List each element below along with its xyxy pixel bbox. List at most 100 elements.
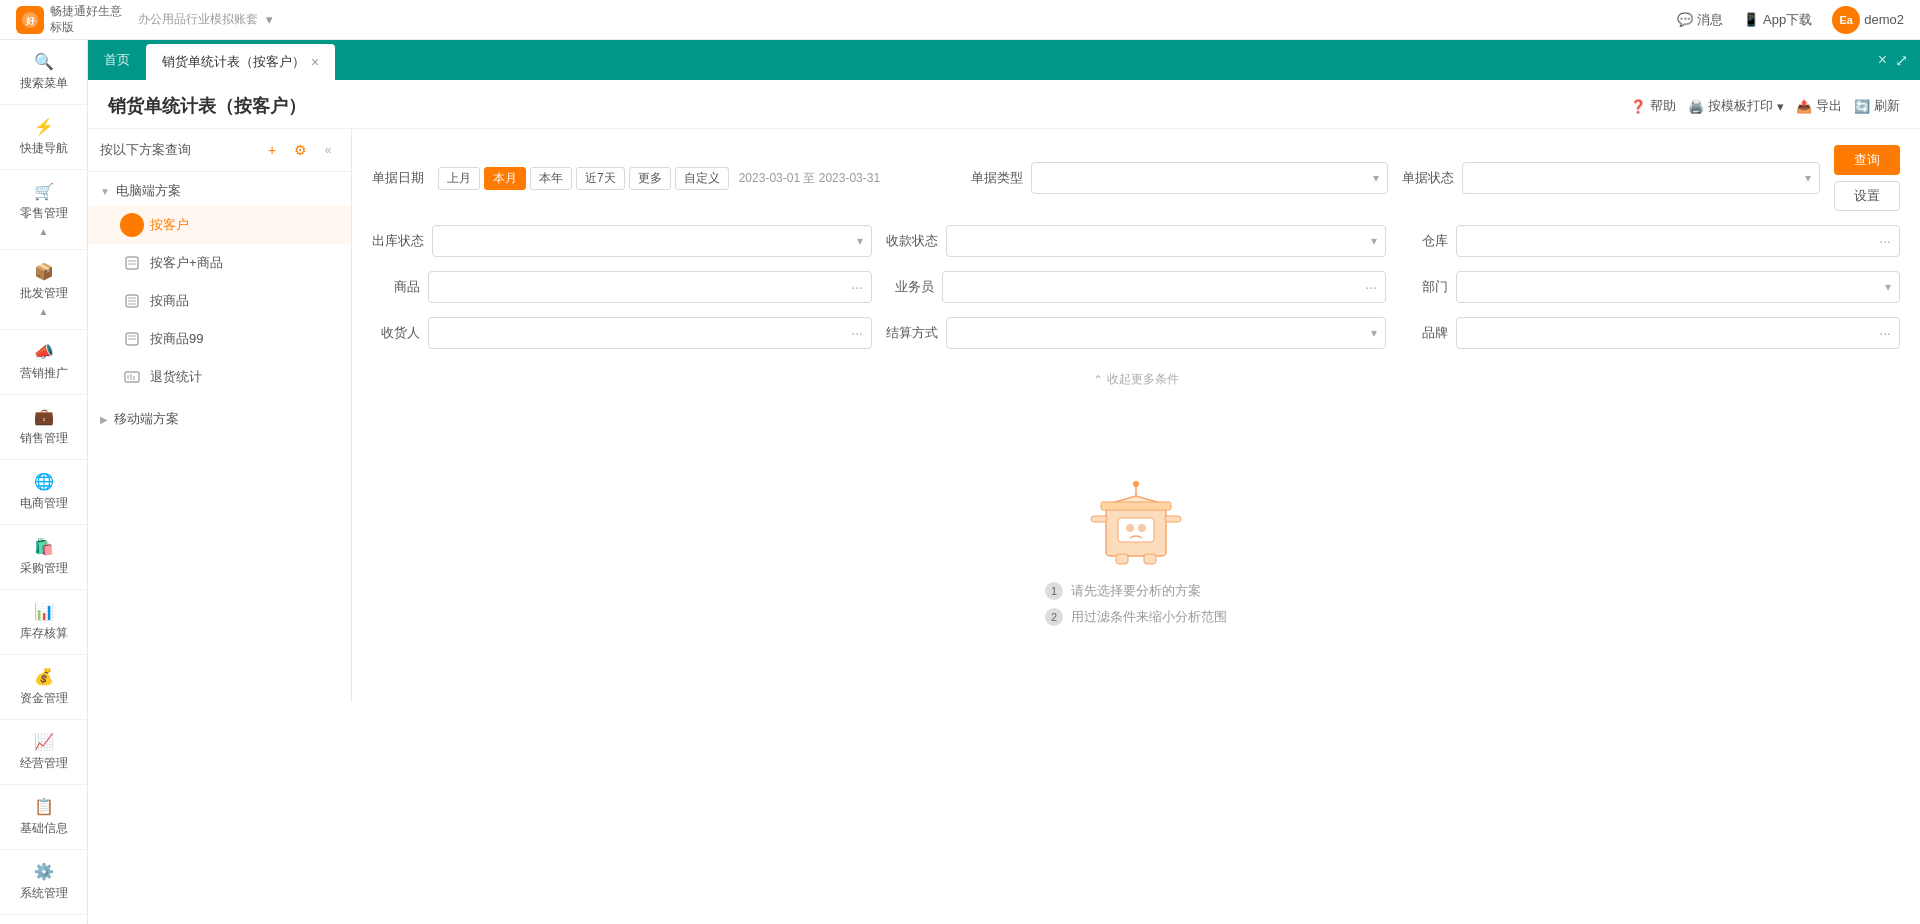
sidebar-item-retail[interactable]: 🛒 零售管理 ▲ [0,170,87,250]
tab-active[interactable]: 销货单统计表（按客户） × [146,44,335,80]
template-print-btn[interactable]: 🖨️ 按模板打印 ▾ [1688,97,1784,115]
user-nav[interactable]: Ea demo2 [1832,6,1904,34]
out-status-group: 出库状态 ▾ [372,225,872,257]
out-status-select[interactable]: ▾ [432,225,872,257]
sidebar-item-operation[interactable]: 📈 经营管理 [0,720,87,785]
settings-icon: ⚙ [294,142,307,158]
sidebar-label-retail: 零售管理 [20,205,68,222]
scheme-tools: + ⚙ « [261,139,339,161]
sidebar-item-inventory[interactable]: 📊 库存核算 [0,590,87,655]
sidebar-item-cooperation[interactable]: 🤝 企业协同 [0,915,87,924]
scheme-desktop-header[interactable]: ▼ 电脑端方案 [88,176,351,206]
help-btn[interactable]: ❓ 帮助 [1630,97,1676,115]
content-area: 首页 销货单统计表（按客户） × × ⤢ 销货单统计表（按客户） ❓ 帮助 [88,40,1920,924]
sidebar-item-quicknav[interactable]: ⚡ 快捷导航 [0,105,87,170]
out-status-label: 出库状态 [372,232,432,250]
retail-icon: 🛒 [34,182,54,201]
sidebar-label-basic: 基础信息 [20,820,68,837]
sidebar-item-wholesale[interactable]: 📦 批发管理 ▲ [0,250,87,330]
export-icon: 📤 [1796,99,1812,114]
inventory-icon: 📊 [34,602,54,621]
system-icon: ⚙️ [34,862,54,881]
department-dropdown-icon: ▾ [1885,280,1891,294]
svg-rect-24 [1165,516,1181,522]
export-btn[interactable]: 📤 导出 [1796,97,1842,115]
sidebar-item-search[interactable]: 🔍 搜索菜单 [0,40,87,105]
brand-select[interactable]: ··· [1456,317,1900,349]
main-layout: 🔍 搜索菜单 ⚡ 快捷导航 🛒 零售管理 ▲ 📦 批发管理 ▲ 📣 营销推广 💼… [0,40,1920,924]
settings-btn-form[interactable]: 设置 [1834,181,1900,211]
scheme-item-product[interactable]: 按商品 [88,282,351,320]
scheme-mobile-header[interactable]: ▶ 移动端方案 [88,404,351,434]
home-tab-label: 首页 [104,51,130,69]
product-label: 商品 [372,278,428,296]
recipient-dots-icon: ··· [851,325,863,341]
sidebar-label-marketing: 营销推广 [20,365,68,382]
tip-num-2: 2 [1045,608,1063,626]
date-last7-btn[interactable]: 近7天 [576,167,625,190]
active-tab-label: 销货单统计表（按客户） [162,53,305,71]
warehouse-select[interactable]: ··· [1456,225,1900,257]
scheme-collapse-btn[interactable]: « [317,139,339,161]
refresh-btn[interactable]: 🔄 刷新 [1854,97,1900,115]
scheme-item-customer[interactable]: 客 按客户 [88,206,351,244]
svg-point-19 [1126,524,1134,532]
sidebar-item-basic[interactable]: 📋 基础信息 [0,785,87,850]
refresh-icon: 🔄 [1854,99,1870,114]
page-title: 销货单统计表（按客户） [108,94,306,118]
scheme-group-mobile: ▶ 移动端方案 [88,400,351,438]
help-icon: ❓ [1630,99,1646,114]
desktop-arrow-icon: ▼ [100,186,110,197]
tab-home[interactable]: 首页 [88,40,146,80]
sidebar-label-inventory: 库存核算 [20,625,68,642]
sidebar-item-ecommerce[interactable]: 🌐 电商管理 [0,460,87,525]
sidebar-label-purchase: 采购管理 [20,560,68,577]
tab-close-icon[interactable]: × [311,55,319,69]
recipient-select[interactable]: ··· [428,317,872,349]
department-select[interactable]: ▾ [1456,271,1900,303]
query-btn[interactable]: 查询 [1834,145,1900,175]
collapse-bar[interactable]: ⌃ 收起更多条件 [372,363,1900,396]
app-download-nav[interactable]: 📱 App下载 [1743,11,1812,29]
date-more-btn[interactable]: 更多 [629,167,671,190]
salesperson-select[interactable]: ··· [942,271,1386,303]
date-range-text: 2023-03-01 至 2023-03-31 [739,170,880,187]
sidebar-item-finance[interactable]: 💰 资金管理 [0,655,87,720]
date-this-month-btn[interactable]: 本月 [484,167,526,190]
scheme-settings-btn[interactable]: ⚙ [289,139,311,161]
scheme-title: 按以下方案查询 [100,141,191,159]
doc-status-select[interactable]: ▾ [1462,162,1820,194]
basic-icon: 📋 [34,797,54,816]
payment-status-select[interactable]: ▾ [946,225,1386,257]
scheme-item-product99-label: 按商品99 [150,330,203,348]
scheme-item-customer-product[interactable]: 按客户+商品 [88,244,351,282]
department-group: 部门 ▾ [1400,271,1900,303]
tab-minimize-btn[interactable]: × [1878,51,1887,69]
scheme-item-return[interactable]: 退货统计 [88,358,351,396]
date-custom-btn[interactable]: 自定义 [675,167,729,190]
scheme-add-btn[interactable]: + [261,139,283,161]
brand-dots-icon: ··· [1879,325,1891,341]
product-select[interactable]: ··· [428,271,872,303]
payment-method-select[interactable]: ▾ [946,317,1386,349]
mobile-group-label: 移动端方案 [114,410,179,428]
sidebar-item-purchase[interactable]: 🛍️ 采购管理 [0,525,87,590]
tab-maximize-btn[interactable]: ⤢ [1895,51,1908,70]
message-nav[interactable]: 💬 消息 [1677,11,1723,29]
date-label: 单据日期 [372,169,432,187]
date-last-month-btn[interactable]: 上月 [438,167,480,190]
scheme-panel: 按以下方案查询 + ⚙ « [88,129,352,702]
doc-type-select[interactable]: ▾ [1031,162,1389,194]
scheme-item-product99[interactable]: 按商品99 [88,320,351,358]
svg-rect-26 [1144,554,1156,564]
date-this-year-btn[interactable]: 本年 [530,167,572,190]
payment-method-label: 结算方式 [886,324,946,342]
sidebar-item-sales[interactable]: 💼 销售管理 [0,395,87,460]
sidebar-item-marketing[interactable]: 📣 营销推广 [0,330,87,395]
scheme-item-product-label: 按商品 [150,292,189,310]
industry-dropdown[interactable]: ▾ [266,12,273,27]
retail-arrow: ▲ [39,226,49,237]
operation-icon: 📈 [34,732,54,751]
sidebar-item-system[interactable]: ⚙️ 系统管理 [0,850,87,915]
customer-icon: 客 [120,213,144,237]
